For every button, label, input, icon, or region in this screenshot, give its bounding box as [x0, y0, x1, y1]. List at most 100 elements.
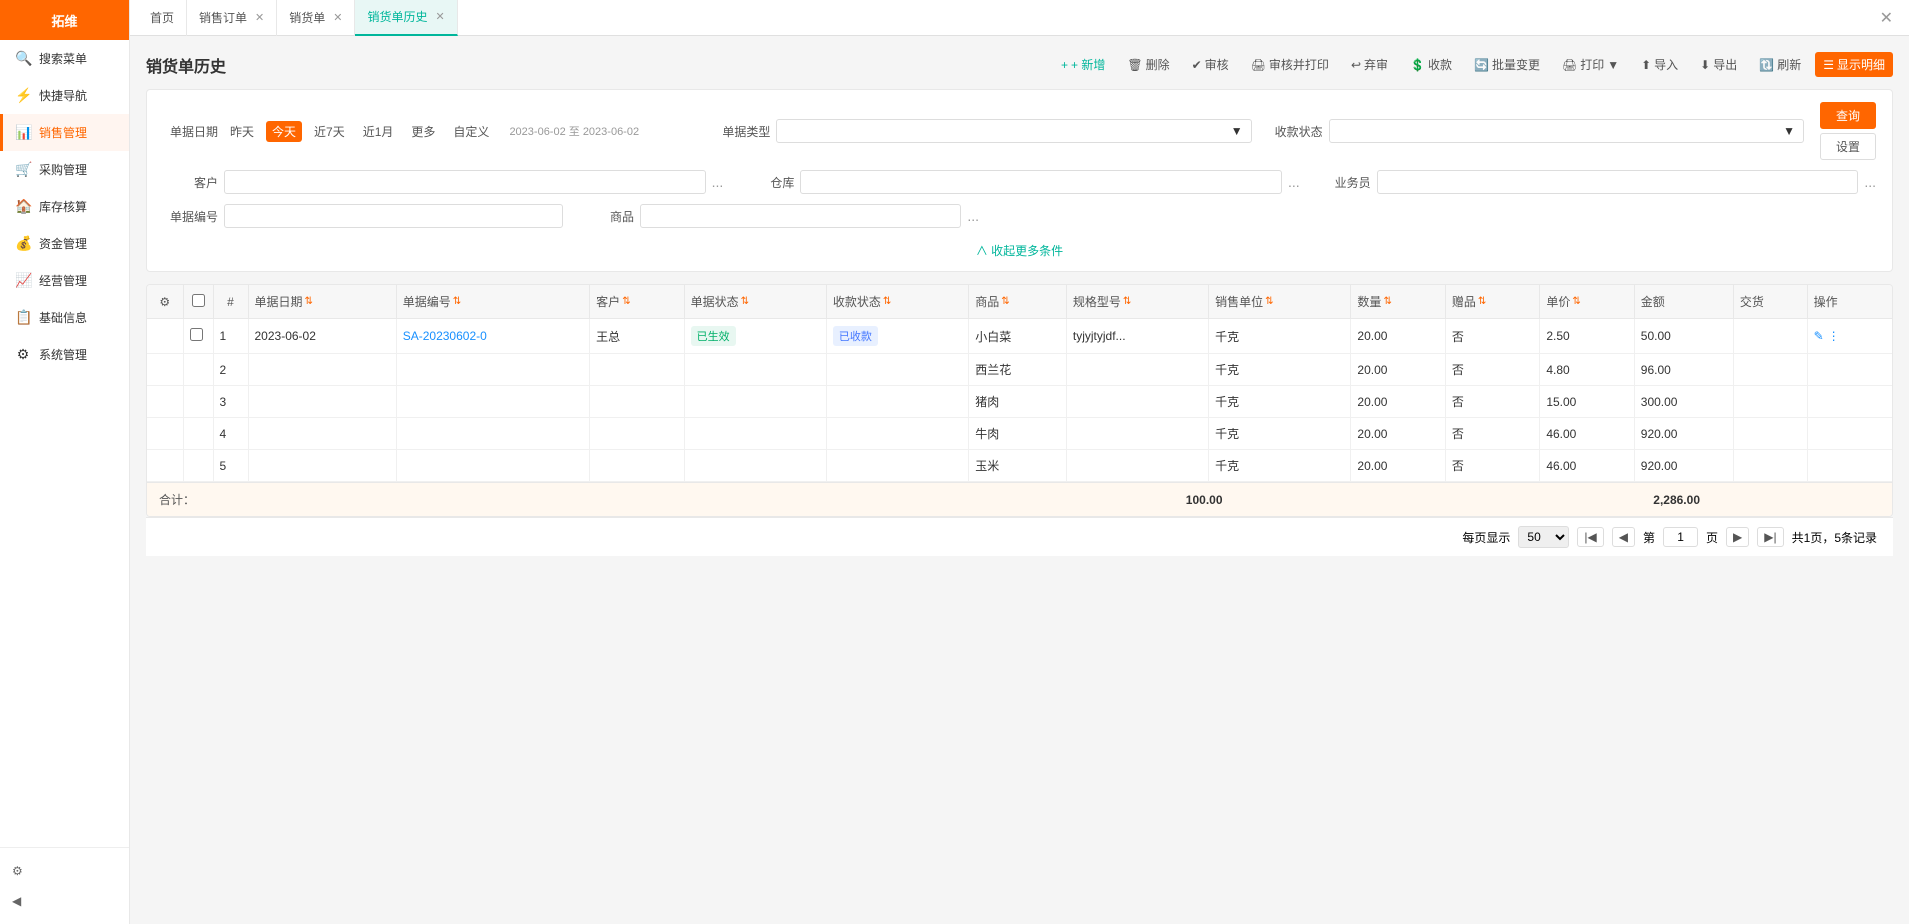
select-all-checkbox[interactable]	[192, 294, 205, 307]
col-doc-date[interactable]: 单据日期⇅	[248, 285, 396, 319]
more-action-btn[interactable]: ⋮	[1828, 329, 1840, 343]
edit-action-btn[interactable]: ✎	[1814, 329, 1824, 343]
col-qty[interactable]: 数量⇅	[1351, 285, 1445, 319]
refresh-button[interactable]: 🔃 刷新	[1751, 52, 1809, 77]
date-option-more[interactable]: 更多	[405, 121, 441, 142]
audit-print-button[interactable]: 🖨 审核并打印	[1243, 52, 1337, 77]
collect-status-badge: 已收款	[833, 326, 878, 346]
cell-doc-no[interactable]	[396, 354, 589, 386]
goods-picker-btn[interactable]: ...	[967, 208, 979, 224]
date-option-today[interactable]: 今天	[266, 121, 302, 142]
import-button[interactable]: ⬆ 导入	[1633, 52, 1686, 77]
setting-button[interactable]: 设置	[1820, 133, 1876, 160]
search-menu-icon: 🔍	[15, 50, 31, 67]
cell-actions[interactable]	[1807, 386, 1892, 418]
delete-button[interactable]: 🗑 删除	[1119, 52, 1177, 77]
sidebar-collapse-btn[interactable]: ◀	[0, 886, 129, 916]
doc-no-input[interactable]	[224, 204, 563, 228]
cell-unit: 千克	[1209, 386, 1351, 418]
print-arrow-icon: ▼	[1607, 58, 1619, 72]
col-check[interactable]	[183, 285, 213, 319]
col-collect-status[interactable]: 收款状态⇅	[826, 285, 968, 319]
sidebar-item-search-menu[interactable]: 🔍 搜索菜单	[0, 40, 129, 77]
sidebar-item-sys-mgmt[interactable]: ⚙ 系统管理	[0, 336, 129, 373]
collect-status-select[interactable]: ▼	[1329, 119, 1804, 143]
warehouse-input[interactable]	[800, 170, 1282, 194]
sidebar-item-inventory[interactable]: 🏠 库存核算	[0, 188, 129, 225]
cell-doc-no[interactable]	[396, 418, 589, 450]
cell-doc-no[interactable]: SA-20230602-0	[396, 319, 589, 354]
sidebar-bottom-settings[interactable]: ⚙	[0, 856, 129, 886]
cell-check[interactable]	[183, 354, 213, 386]
sidebar-item-quick-nav[interactable]: ⚡ 快捷导航	[0, 77, 129, 114]
cell-actions[interactable]: ✎⋮	[1807, 319, 1892, 354]
sidebar-item-operations[interactable]: 📈 经营管理	[0, 262, 129, 299]
abandon-button[interactable]: ↩ 弃审	[1343, 52, 1396, 77]
cell-doc-no[interactable]	[396, 450, 589, 482]
page-number-input[interactable]	[1663, 527, 1698, 547]
salesman-picker-btn[interactable]: ...	[1864, 174, 1876, 190]
sidebar-item-sales-mgmt[interactable]: 📊 销售管理	[0, 114, 129, 151]
row-checkbox[interactable]	[190, 328, 203, 341]
col-unit-price[interactable]: 单价⇅	[1540, 285, 1634, 319]
customer-picker-btn[interactable]: ...	[712, 174, 724, 190]
collect-button[interactable]: 💲 收款	[1402, 52, 1460, 77]
tab-sales-delivery[interactable]: 销货单 ✕	[277, 0, 355, 36]
warehouse-picker-btn[interactable]: ...	[1288, 174, 1300, 190]
doc-type-select[interactable]: ▼	[776, 119, 1251, 143]
query-button[interactable]: 查询	[1820, 102, 1876, 129]
sidebar-item-basic-info[interactable]: 📋 基础信息	[0, 299, 129, 336]
first-page-btn[interactable]: |◀	[1577, 527, 1603, 547]
cell-check[interactable]	[183, 319, 213, 354]
salesman-input[interactable]	[1377, 170, 1859, 194]
date-option-7days[interactable]: 近7天	[308, 121, 351, 142]
tab-sales-order[interactable]: 销售订单 ✕	[187, 0, 277, 36]
audit-button[interactable]: ✔ 审核	[1184, 52, 1237, 77]
print-button[interactable]: 🖨 打印 ▼	[1554, 52, 1627, 77]
cell-unit: 千克	[1209, 354, 1351, 386]
col-gift[interactable]: 赠品⇅	[1445, 285, 1539, 319]
sort-icon-customer: ⇅	[622, 296, 630, 307]
cell-actions[interactable]	[1807, 354, 1892, 386]
date-option-1month[interactable]: 近1月	[357, 121, 400, 142]
cell-doc-no[interactable]	[396, 386, 589, 418]
col-gear[interactable]: ⚙	[147, 285, 183, 319]
col-customer[interactable]: 客户⇅	[590, 285, 684, 319]
last-page-btn[interactable]: ▶|	[1757, 527, 1783, 547]
page-size-select[interactable]: 50 100	[1518, 526, 1569, 548]
cell-check[interactable]	[183, 386, 213, 418]
close-tab-sales-delivery[interactable]: ✕	[333, 11, 342, 24]
col-spec[interactable]: 规格型号⇅	[1066, 285, 1208, 319]
sort-icon-collect-status: ⇅	[883, 296, 891, 307]
next-page-btn[interactable]: ▶	[1726, 527, 1749, 547]
batch-change-button[interactable]: 🔄 批量变更	[1466, 52, 1548, 77]
cell-actions[interactable]	[1807, 450, 1892, 482]
date-option-custom[interactable]: 自定义	[447, 121, 495, 142]
col-doc-no[interactable]: 单据编号⇅	[396, 285, 589, 319]
customer-input[interactable]	[224, 170, 706, 194]
collapse-bar[interactable]: ∧ 收起更多条件	[163, 238, 1876, 259]
date-option-yesterday[interactable]: 昨天	[224, 121, 260, 142]
show-detail-button[interactable]: ☰ 显示明细	[1815, 52, 1893, 77]
close-tab-sales-history[interactable]: ✕	[436, 10, 445, 23]
doc-no-link[interactable]: SA-20230602-0	[403, 329, 487, 343]
close-tab-sales-order[interactable]: ✕	[255, 11, 264, 24]
cell-check[interactable]	[183, 450, 213, 482]
sidebar-item-finance[interactable]: 💰 资金管理	[0, 225, 129, 262]
tab-sales-history[interactable]: 销货单历史 ✕	[355, 0, 457, 36]
new-button[interactable]: + + 新增	[1053, 52, 1113, 77]
col-doc-status[interactable]: 单据状态⇅	[684, 285, 826, 319]
close-all-tabs-btn[interactable]: ✕	[1872, 8, 1901, 28]
goods-input[interactable]	[640, 204, 961, 228]
cell-check[interactable]	[183, 418, 213, 450]
col-goods[interactable]: 商品⇅	[969, 285, 1067, 319]
cell-actions[interactable]	[1807, 418, 1892, 450]
export-button[interactable]: ⬇ 导出	[1692, 52, 1745, 77]
tab-home[interactable]: 首页	[138, 0, 187, 36]
sidebar-item-purchase-mgmt[interactable]: 🛒 采购管理	[0, 151, 129, 188]
cell-doc-status	[684, 386, 826, 418]
filter-row-3: 单据编号 商品 ...	[163, 204, 1876, 228]
cell-gift: 否	[1445, 319, 1539, 354]
col-unit[interactable]: 销售单位⇅	[1209, 285, 1351, 319]
prev-page-btn[interactable]: ◀	[1612, 527, 1635, 547]
